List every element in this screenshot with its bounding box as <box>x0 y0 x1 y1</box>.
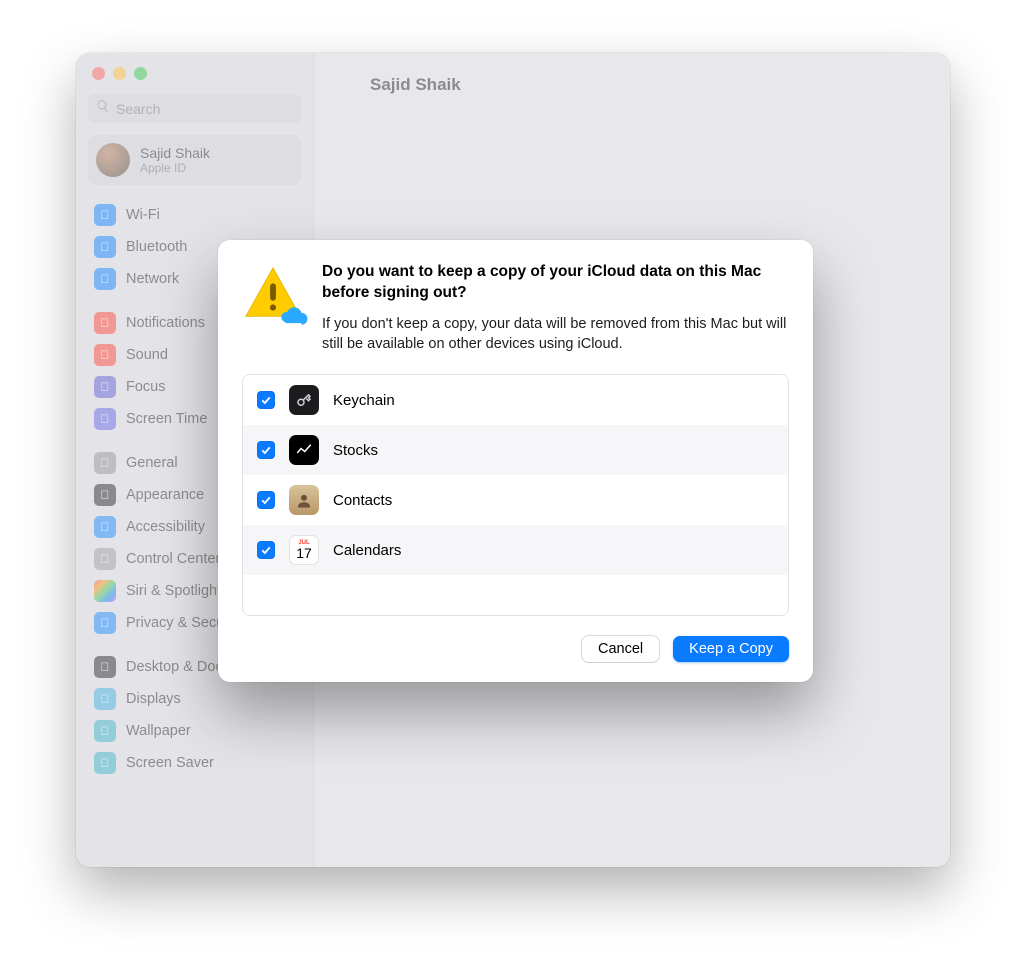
signout-dialog: Do you want to keep a copy of your iClou… <box>218 240 813 682</box>
list-item-keychain: Keychain <box>243 375 788 425</box>
dialog-subtext: If you don't keep a copy, your data will… <box>322 314 789 355</box>
calendar-icon: JUL 17 <box>289 535 319 565</box>
cancel-button[interactable]: Cancel <box>582 636 659 662</box>
checkbox-calendars[interactable] <box>257 541 275 559</box>
warning-icloud-icon <box>242 262 304 324</box>
contacts-icon <box>289 485 319 515</box>
keep-copy-button[interactable]: Keep a Copy <box>673 636 789 662</box>
calendar-day: 17 <box>296 546 312 560</box>
checkbox-contacts[interactable] <box>257 491 275 509</box>
list-item-label: Contacts <box>333 492 392 509</box>
list-item-label: Stocks <box>333 442 378 459</box>
list-padding <box>243 575 788 615</box>
icloud-badge-icon <box>276 306 310 330</box>
checkbox-stocks[interactable] <box>257 441 275 459</box>
list-item-stocks: Stocks <box>243 425 788 475</box>
data-options-list: Keychain Stocks Contacts JUL <box>242 374 789 616</box>
stocks-icon <box>289 435 319 465</box>
list-item-contacts: Contacts <box>243 475 788 525</box>
checkbox-keychain[interactable] <box>257 391 275 409</box>
list-item-label: Calendars <box>333 542 401 559</box>
list-item-calendars: JUL 17 Calendars <box>243 525 788 575</box>
dialog-heading: Do you want to keep a copy of your iClou… <box>322 262 789 304</box>
list-item-label: Keychain <box>333 392 395 409</box>
keychain-icon <box>289 385 319 415</box>
